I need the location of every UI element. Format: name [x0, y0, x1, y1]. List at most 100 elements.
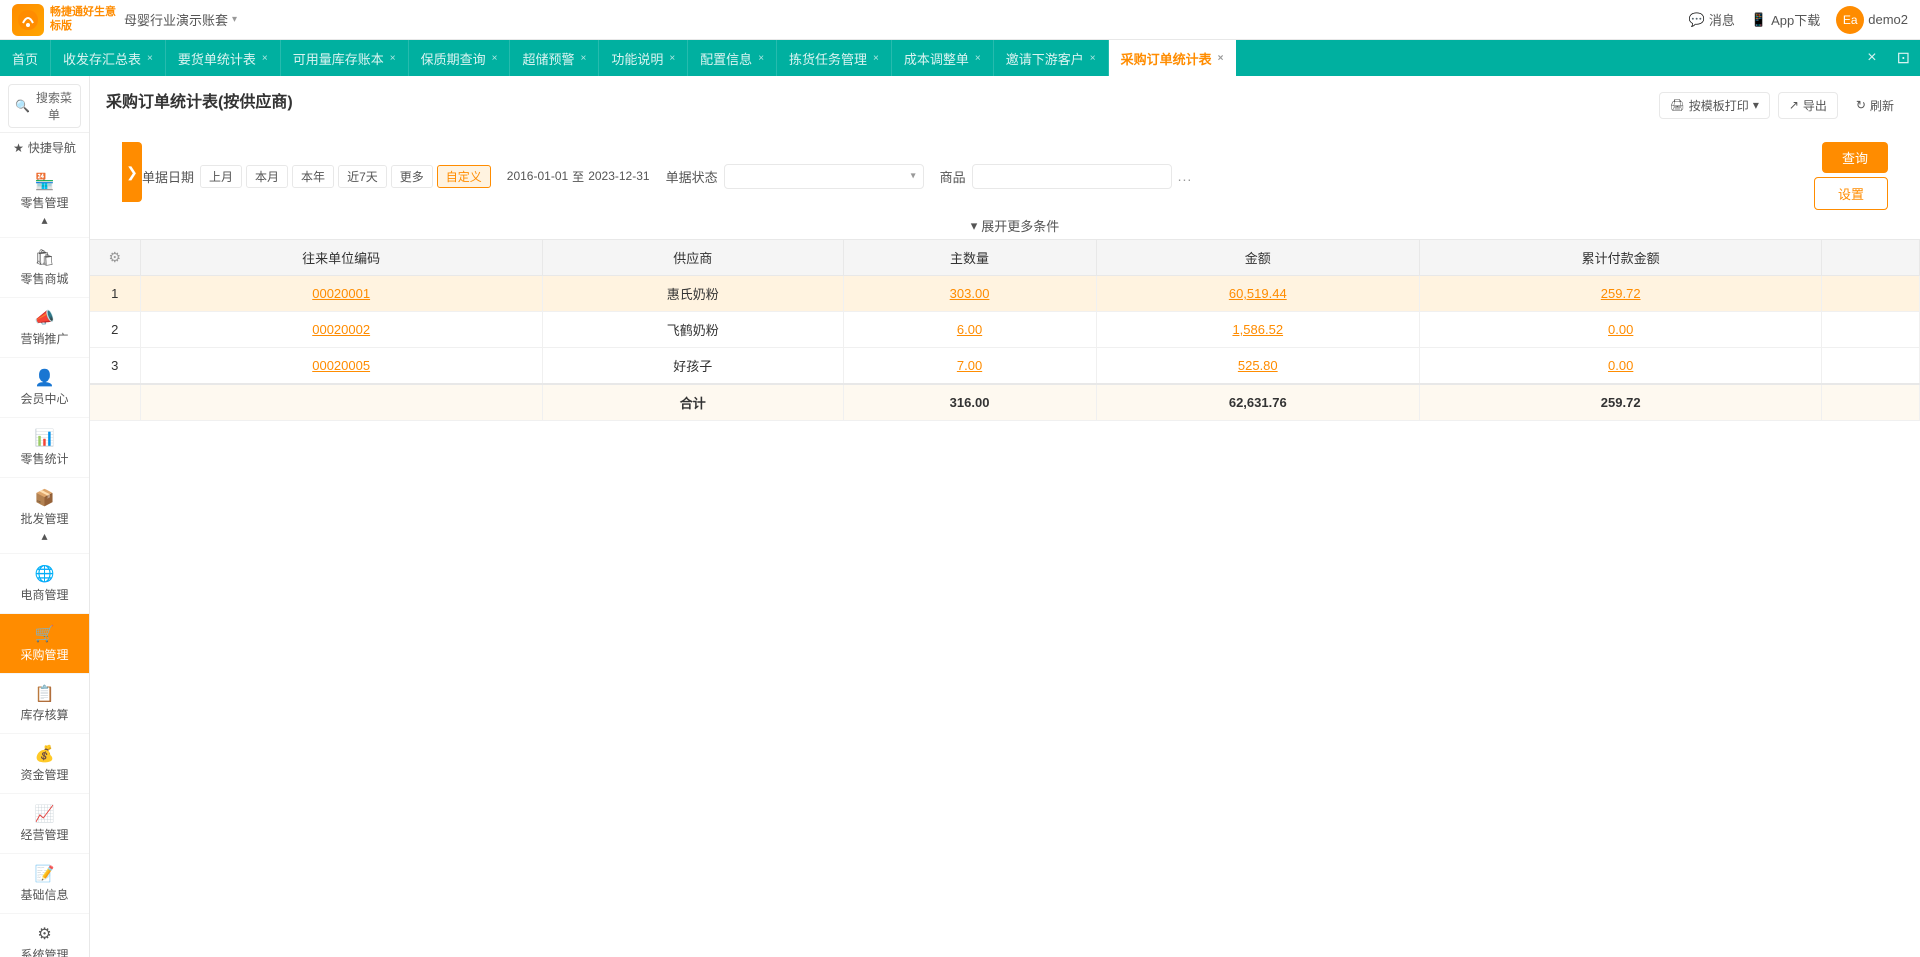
query-button[interactable]: 查询 [1822, 142, 1888, 173]
date-range-separator: 至 [572, 168, 584, 185]
date-btn-last-month[interactable]: 上月 [200, 165, 242, 188]
close-icon[interactable]: × [580, 53, 586, 64]
tab-available-inventory[interactable]: 可用量库存账本 × [281, 40, 409, 76]
footer-empty [90, 384, 140, 421]
cell-seq: 3 [90, 348, 140, 385]
refresh-icon: ↻ [1856, 98, 1866, 112]
tab-expiry-query[interactable]: 保质期查询 × [409, 40, 511, 76]
sidebar-item-marketing[interactable]: 📣 营销推广 [0, 298, 89, 358]
tab-cost-adjust[interactable]: 成本调整单 × [892, 40, 994, 76]
col-amount: 金额 [1096, 240, 1420, 276]
tab-home[interactable]: 首页 [0, 40, 51, 76]
close-icon[interactable]: × [262, 53, 268, 64]
content-area: 采购订单统计表(按供应商) 🖨 按模板打印 ▾ ↗ 导出 ↻ 刷新 [90, 76, 1920, 957]
close-icon[interactable]: × [1218, 53, 1224, 64]
search-menu-button[interactable]: 🔍 搜索菜单 [8, 84, 81, 128]
paid-link[interactable]: 259.72 [1601, 286, 1641, 301]
close-icon[interactable]: × [669, 53, 675, 64]
date-btn-this-year[interactable]: 本年 [292, 165, 334, 188]
date-btn-custom[interactable]: 自定义 [437, 165, 491, 188]
data-table: ⚙ 往来单位编码 供应商 主数量 金额 累计付款金额 1 000200 [90, 240, 1920, 421]
filter-collapse-button[interactable]: ❯ [122, 142, 142, 202]
product-more-button[interactable]: ... [1178, 168, 1193, 184]
maximize-tab-icon[interactable]: ⊡ [1887, 48, 1920, 68]
code-link[interactable]: 00020001 [312, 286, 370, 301]
qty-link[interactable]: 7.00 [957, 358, 982, 373]
tab-label: 保质期查询 [421, 49, 486, 68]
refresh-button[interactable]: ↻ 刷新 [1846, 93, 1904, 118]
sidebar-item-basic-info[interactable]: 📝 基础信息 [0, 854, 89, 914]
tab-function-desc[interactable]: 功能说明 × [599, 40, 688, 76]
footer-extra [1822, 384, 1920, 421]
sidebar-search-area: 🔍 搜索菜单 [0, 76, 89, 132]
quick-nav-button[interactable]: ★ 快捷导航 [0, 132, 89, 162]
app-download-action[interactable]: 📱 App下载 [1751, 10, 1820, 29]
close-icon[interactable]: × [147, 53, 153, 64]
close-icon[interactable]: × [873, 53, 879, 64]
product-input[interactable] [972, 164, 1172, 189]
avatar: Ea [1836, 6, 1864, 34]
date-to-value: 2023-12-31 [588, 169, 649, 183]
export-button[interactable]: ↗ 导出 [1778, 92, 1838, 119]
column-settings-icon[interactable]: ⚙ [108, 249, 121, 265]
sidebar-item-ecommerce[interactable]: 🌐 电商管理 [0, 554, 89, 614]
message-action[interactable]: 💬 消息 [1689, 10, 1735, 29]
status-select-wrapper [724, 164, 924, 189]
status-select[interactable] [724, 164, 924, 189]
sidebar-item-operation[interactable]: 📈 经营管理 [0, 794, 89, 854]
date-btn-this-month[interactable]: 本月 [246, 165, 288, 188]
amount-link[interactable]: 1,586.52 [1232, 322, 1283, 337]
top-bar-left: 畅捷通好生意 标版 母婴行业演示账套 ▾ [12, 4, 237, 36]
settings-button[interactable]: 设置 [1814, 177, 1888, 210]
amount-link[interactable]: 525.80 [1238, 358, 1278, 373]
close-icon[interactable]: × [492, 53, 498, 64]
footer-qty: 316.00 [843, 384, 1096, 421]
cell-code: 00020001 [140, 276, 542, 312]
retail-stats-icon: 📊 [35, 428, 55, 448]
qty-link[interactable]: 303.00 [950, 286, 990, 301]
sidebar-item-system[interactable]: ⚙ 系统管理 [0, 914, 89, 957]
paid-link[interactable]: 0.00 [1608, 358, 1633, 373]
qty-link[interactable]: 6.00 [957, 322, 982, 337]
tab-purchase-order-stats[interactable]: 采购订单统计表 × [1109, 40, 1237, 76]
cell-paid: 0.00 [1420, 312, 1822, 348]
table-row: 1 00020001 惠氏奶粉 303.00 60,519.44 259.72 [90, 276, 1920, 312]
tab-collect-summary[interactable]: 收发存汇总表 × [51, 40, 166, 76]
table-header-row: ⚙ 往来单位编码 供应商 主数量 金额 累计付款金额 [90, 240, 1920, 276]
sidebar-item-retail-manage[interactable]: 🏪 零售管理 ▴ [0, 162, 89, 238]
workspace-selector[interactable]: 母婴行业演示账套 ▾ [124, 10, 237, 29]
user-profile[interactable]: Ea demo2 [1836, 6, 1908, 34]
sidebar-item-retail-shop[interactable]: 🛍 零售商城 [0, 238, 89, 298]
paid-link[interactable]: 0.00 [1608, 322, 1633, 337]
date-btn-more[interactable]: 更多 [391, 165, 433, 188]
sidebar-item-inventory[interactable]: 📋 库存核算 [0, 674, 89, 734]
code-link[interactable]: 00020002 [312, 322, 370, 337]
sidebar-item-capital[interactable]: 💰 资金管理 [0, 734, 89, 794]
close-icon[interactable]: × [390, 53, 396, 64]
cell-seq: 2 [90, 312, 140, 348]
tab-config-info[interactable]: 配置信息 × [688, 40, 777, 76]
sidebar-item-member-center[interactable]: 👤 会员中心 [0, 358, 89, 418]
member-icon: 👤 [35, 368, 55, 388]
tab-overstock-warning[interactable]: 超储预警 × [510, 40, 599, 76]
close-icon[interactable]: × [1090, 53, 1096, 64]
close-icon[interactable]: × [975, 53, 981, 64]
user-name-label: demo2 [1868, 12, 1908, 27]
date-btn-7days[interactable]: 近7天 [338, 165, 387, 188]
print-button[interactable]: 🖨 按模板打印 ▾ [1659, 92, 1770, 119]
sidebar-item-retail-stats[interactable]: 📊 零售统计 [0, 418, 89, 478]
cell-amount: 60,519.44 [1096, 276, 1420, 312]
message-icon: 💬 [1689, 12, 1705, 28]
tab-invite-downstream[interactable]: 邀请下游客户 × [994, 40, 1109, 76]
code-link[interactable]: 00020005 [312, 358, 370, 373]
close-icon[interactable]: × [758, 53, 764, 64]
app-download-icon: 📱 [1751, 12, 1767, 28]
expand-more-button[interactable]: ▾ 展开更多条件 [971, 216, 1060, 235]
expand-arrow2-icon: ▴ [41, 529, 47, 543]
sidebar-item-batch-manage[interactable]: 📦 批发管理 ▴ [0, 478, 89, 554]
amount-link[interactable]: 60,519.44 [1229, 286, 1287, 301]
tab-pick-task[interactable]: 拣货任务管理 × [777, 40, 892, 76]
sidebar-item-purchase-manage[interactable]: 🛒 采购管理 [0, 614, 89, 674]
minimize-tab-icon[interactable]: × [1857, 49, 1886, 67]
tab-demand-stats[interactable]: 要货单统计表 × [166, 40, 281, 76]
